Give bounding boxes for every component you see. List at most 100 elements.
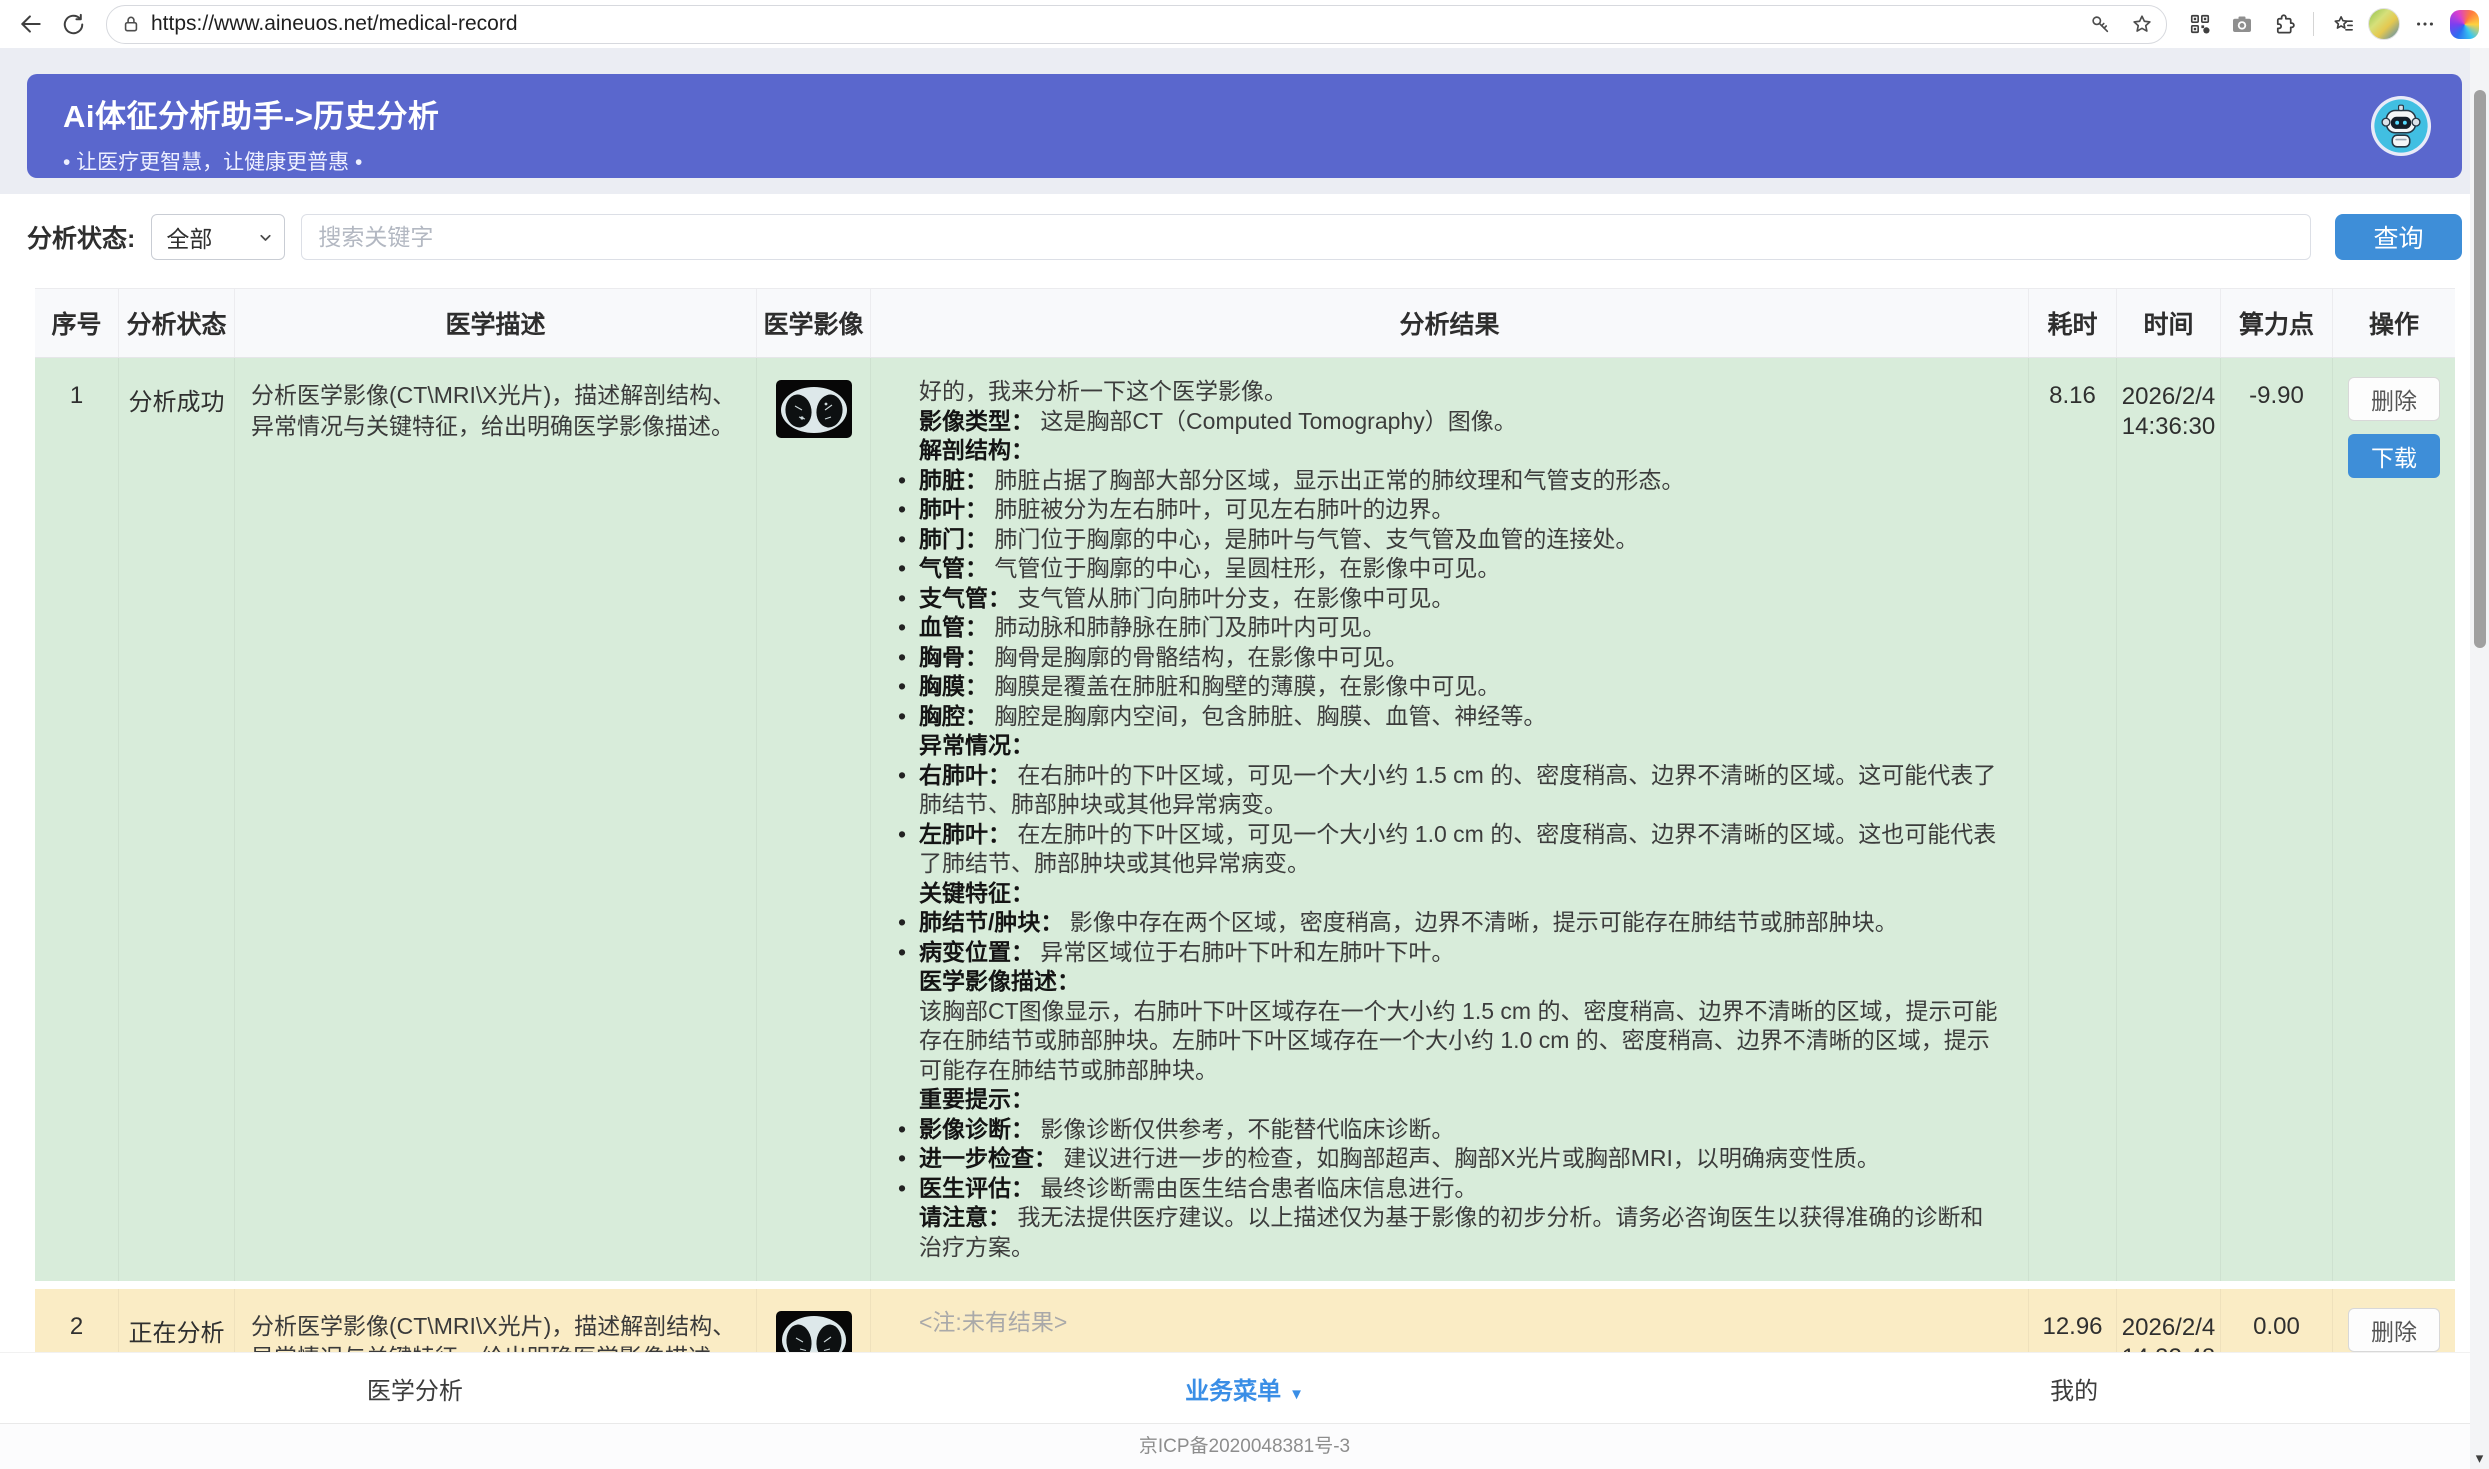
- result-line: • 胸膜： 胸膜是覆盖在肺脏和胸壁的薄膜，在影像中可见。: [898, 672, 2002, 702]
- icp-license: 京ICP备2020048381号-3: [0, 1423, 2489, 1469]
- result-line: 异常情况：: [919, 732, 1034, 758]
- table-row: 1 分析成功 分析医学影像(CT\MRI\X光片)，描述解剖结构、异常情况与关键…: [35, 358, 2455, 1289]
- bullet-icon: •: [898, 614, 907, 640]
- bullet-icon: •: [898, 555, 907, 581]
- bullet-icon: •: [898, 673, 907, 699]
- bullet-icon: •: [898, 1115, 907, 1142]
- profile-avatar[interactable]: [2368, 8, 2400, 40]
- timestamp-time: 14:36:30: [2121, 413, 2216, 440]
- compute-points: -9.90: [2221, 358, 2333, 1281]
- status-filter-label: 分析状态:: [27, 225, 136, 253]
- timestamp-date: 2026/2/4: [2121, 383, 2216, 410]
- extensions-icon[interactable]: [2267, 7, 2301, 41]
- bullet-icon: •: [898, 1174, 907, 1201]
- records-table: 序号 分析状态 医学描述 医学影像 分析结果 耗时 时间 算力点 操作 1 分析…: [35, 288, 2455, 1417]
- result-line: 医学影像描述：: [919, 968, 1080, 994]
- result-line: 影像类型： 这是胸部CT（Computed Tomography）图像。: [919, 407, 1517, 434]
- result-line: 解剖结构：: [919, 437, 1034, 463]
- result-line: • 病变位置： 异常区域位于右肺叶下叶和左肺叶下叶。: [898, 938, 2002, 968]
- search-input[interactable]: [301, 214, 2311, 260]
- footer-nav: 医学分析 业务菜单 ▼ 我的: [0, 1352, 2489, 1423]
- header-status: 分析状态: [119, 289, 235, 357]
- result-line: 好的，我来分析一下这个医学影像。: [919, 378, 1287, 404]
- footer-item-business-menu[interactable]: 业务菜单 ▼: [830, 1371, 1660, 1406]
- result-line: • 左肺叶： 在左肺叶的下叶区域，可见一个大小约 1.0 cm 的、密度稍高、边界…: [898, 820, 1997, 877]
- analysis-result: 好的，我来分析一下这个医学影像。影像类型： 这是胸部CT（Computed To…: [871, 358, 2029, 1281]
- robot-avatar-icon: [2370, 95, 2432, 157]
- result-line: • 右肺叶： 在右肺叶的下叶区域，可见一个大小约 1.5 cm 的、密度稍高、边界…: [898, 761, 1997, 818]
- lock-icon[interactable]: [121, 14, 141, 34]
- toolbar-divider: [2313, 12, 2314, 36]
- result-line: • 肺叶： 肺脏被分为左右肺叶，可见左右肺叶的边界。: [898, 495, 2002, 525]
- duration-value: 8.16: [2029, 358, 2117, 1281]
- result-line: 关键特征：: [919, 879, 1034, 906]
- chevron-down-icon: ▼: [1289, 1385, 1304, 1403]
- password-key-icon[interactable]: [2084, 8, 2116, 40]
- bullet-icon: •: [898, 761, 907, 788]
- app-banner: Ai体征分析助手->历史分析 • 让医疗更智慧，让健康更普惠 •: [27, 74, 2462, 178]
- header-duration: 耗时: [2029, 289, 2117, 357]
- header-time: 时间: [2117, 289, 2221, 357]
- result-line: 请注意： 我无法提供医疗建议。以上描述仅为基于影像的初步分析。请务必咨询医生以获…: [919, 1204, 1984, 1260]
- bullet-icon: •: [898, 643, 907, 670]
- query-button[interactable]: 查询: [2335, 214, 2462, 260]
- page-scrollbar[interactable]: ▾: [2470, 48, 2489, 1469]
- delete-button[interactable]: 删除: [2348, 377, 2440, 421]
- bullet-icon: •: [898, 584, 907, 611]
- result-line: 该胸部CT图像显示，右肺叶下叶区域存在一个大小约 1.5 cm 的、密度稍高、边…: [919, 997, 1998, 1083]
- header-result: 分析结果: [871, 289, 2029, 357]
- refresh-icon[interactable]: [56, 7, 90, 41]
- page-subtitle: • 让医疗更智慧，让健康更普惠 •: [63, 151, 363, 174]
- header-image: 医学影像: [757, 289, 871, 357]
- collections-star-icon[interactable]: [2326, 7, 2360, 41]
- scrollbar-down-arrow-icon[interactable]: ▾: [2470, 1449, 2489, 1467]
- timestamp: 2026/2/4 14:36:30: [2117, 358, 2221, 1281]
- medical-description: 分析医学影像(CT\MRI\X光片)，描述解剖结构、异常情况与关键特征，给出明确…: [235, 358, 757, 1281]
- result-line: • 医生评估： 最终诊断需由医生结合患者临床信息进行。: [898, 1174, 2002, 1204]
- copilot-icon[interactable]: [2450, 9, 2479, 39]
- status-select[interactable]: 全部: [151, 214, 286, 260]
- screenshot-camera-icon[interactable]: [2225, 7, 2259, 41]
- bullet-icon: •: [898, 702, 907, 729]
- header-description: 医学描述: [235, 289, 757, 357]
- status-badge: 分析成功: [119, 358, 235, 1281]
- qr-code-icon[interactable]: [2183, 7, 2217, 41]
- bullet-icon: •: [898, 938, 907, 965]
- bullet-icon: •: [898, 820, 907, 847]
- bookmark-star-icon[interactable]: [2126, 8, 2158, 40]
- result-line: • 肺结节/肿块： 影像中存在两个区域，密度稍高，边界不清晰，提示可能存在肺结节或…: [898, 908, 2002, 938]
- footer-item-medical-analysis[interactable]: 医学分析: [0, 1371, 830, 1406]
- result-line: • 肺脏： 肺脏占据了胸部大部分区域，显示出正常的肺纹理和气管支的形态。: [898, 466, 2002, 496]
- bullet-icon: •: [898, 909, 907, 935]
- chevron-down-icon: [257, 229, 274, 246]
- timestamp-date: 2026/2/4: [2121, 1314, 2216, 1341]
- result-line: 重要提示：: [919, 1086, 1034, 1112]
- delete-button[interactable]: 删除: [2348, 1308, 2440, 1352]
- result-line: • 血管： 肺动脉和肺静脉在肺门及肺叶内可见。: [898, 613, 2002, 643]
- bullet-icon: •: [898, 496, 907, 522]
- ct-scan-thumbnail[interactable]: [775, 380, 852, 443]
- actions-cell: 删除 下载: [2333, 358, 2455, 1281]
- page-title: Ai体征分析助手->历史分析: [63, 99, 440, 134]
- table-header-row: 序号 分析状态 医学描述 医学影像 分析结果 耗时 时间 算力点 操作: [35, 288, 2455, 358]
- hero-section: Ai体征分析助手->历史分析 • 让医疗更智慧，让健康更普惠 •: [0, 48, 2489, 194]
- result-line: • 肺门： 肺门位于胸廓的中心，是肺叶与气管、支气管及血管的连接处。: [898, 525, 2002, 555]
- scrollbar-thumb[interactable]: [2473, 90, 2486, 648]
- footer: 医学分析 业务菜单 ▼ 我的 京ICP备2020048381号-3: [0, 1352, 2489, 1469]
- bullet-icon: •: [898, 1145, 907, 1171]
- back-icon[interactable]: [14, 7, 48, 41]
- browser-chrome: https://www.aineuos.net/medical-record: [0, 0, 2489, 48]
- header-index: 序号: [35, 289, 119, 357]
- footer-item-mine[interactable]: 我的: [1659, 1371, 2489, 1406]
- address-bar[interactable]: https://www.aineuos.net/medical-record: [106, 4, 2167, 44]
- status-select-value: 全部: [166, 226, 213, 252]
- header-actions: 操作: [2368, 311, 2419, 339]
- header-points: 算力点: [2221, 289, 2333, 357]
- download-button[interactable]: 下载: [2348, 434, 2440, 478]
- bullet-icon: •: [898, 466, 907, 493]
- result-line: • 胸骨： 胸骨是胸廓的骨骼结构，在影像中可见。: [898, 643, 2002, 673]
- medical-image-cell: [757, 358, 871, 1281]
- business-menu-label: 业务菜单: [1185, 1377, 1282, 1405]
- more-menu-icon[interactable]: [2408, 7, 2442, 41]
- url-text[interactable]: https://www.aineuos.net/medical-record: [151, 12, 2074, 36]
